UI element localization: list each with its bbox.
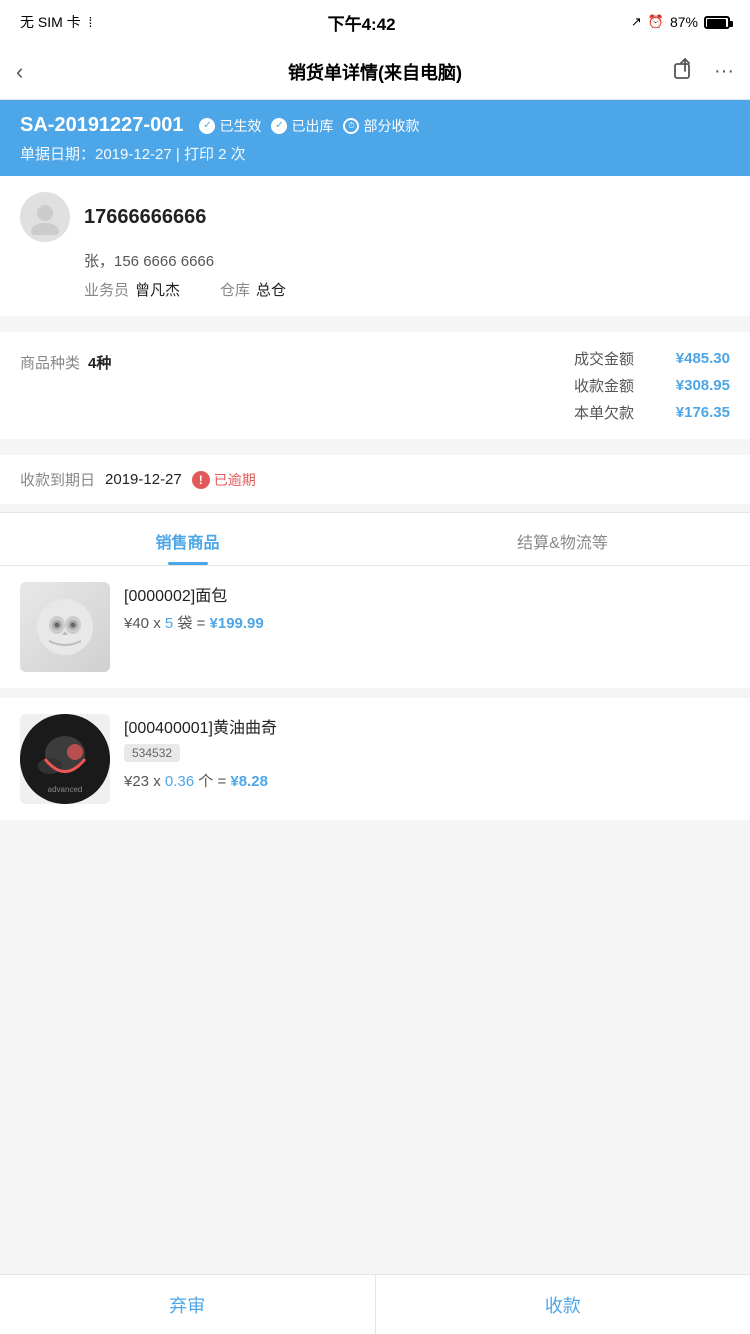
product-image-1 [20,582,110,672]
back-button[interactable]: ‹ [8,51,31,93]
due-label: 收款到期日 [20,469,95,490]
agent-meta: 业务员 曾凡杰 [84,279,180,300]
more-button[interactable]: ··· [714,60,734,83]
order-id-row: SA-20191227-001 ✓ 已生效 ✓ 已出库 ⏱ 部分收款 [20,114,730,137]
avatar [20,192,70,242]
product-placeholder-1 [20,582,110,672]
product-qty-2: 0.36 [165,773,194,790]
product-name-2: [000400001]黄油曲奇 [124,714,730,738]
tabs: 销售商品 结算&物流等 [0,513,750,565]
separator-2 [0,447,750,455]
tab-sales[interactable]: 销售商品 [0,513,375,565]
deal-amount-row: 成交金额 ¥485.30 [574,348,730,369]
customer-card: 17666666666 张，156 6666 6666 业务员 曾凡杰 仓库 总… [0,176,750,316]
product-price-1: ¥40 x 5 袋 = ¥199.99 [124,612,730,633]
order-id: SA-20191227-001 [20,114,183,137]
status-badge-effective: ✓ 已生效 [199,116,261,136]
tab-settlement[interactable]: 结算&物流等 [375,513,750,565]
status-time: 下午4:42 [328,10,396,35]
bottom-spacer [0,822,750,902]
received-value: ¥308.95 [650,377,730,394]
status-badge-partial: ⏱ 部分收款 [343,116,419,136]
separator-1 [0,324,750,332]
share-button[interactable] [674,58,696,86]
product-total-2: ¥8.28 [230,773,268,790]
cancel-review-button[interactable]: 弃审 [0,1275,376,1334]
status-left: 无 SIM 卡 ⁞ [20,12,92,32]
battery-percentage: 87% [670,14,698,30]
product-qty-1: 5 [165,615,173,632]
category-label: 商品种类 [20,352,80,373]
agent-label: 业务员 [84,279,129,300]
received-row: 收款金额 ¥308.95 [574,375,730,396]
location-icon: ↗ [631,14,642,30]
due-card: 收款到期日 2019-12-27 ! 已逾期 [0,455,750,504]
alarm-icon: ⏰ [648,14,664,30]
customer-phone: 张，156 6666 6666 [84,250,730,271]
separator-3 [0,690,750,698]
battery-icon [704,16,730,29]
category-count: 4种 [88,352,111,373]
overdue-icon: ! [192,471,210,489]
product-total-1: ¥199.99 [210,615,264,632]
product-tag-2: 534532 [124,744,180,762]
overdue-badge: ! 已逾期 [192,470,256,490]
status-badges: ✓ 已生效 ✓ 已出库 ⏱ 部分收款 [199,116,419,136]
product-price-2: ¥23 x 0.36 个 = ¥8.28 [124,770,730,791]
owed-value: ¥176.35 [650,404,730,421]
owed-row: 本单欠款 ¥176.35 [574,402,730,423]
overdue-text: 已逾期 [214,470,256,490]
summary-card: 商品种类 4种 成交金额 ¥485.30 收款金额 ¥308.95 本单欠款 ¥… [0,332,750,439]
page-title: 销货单详情(来自电脑) [288,59,462,85]
warehouse-value: 总仓 [256,279,286,300]
bottom-bar: 弃审 收款 [0,1274,750,1334]
check-icon-1: ✓ [199,118,215,134]
clock-icon: ⏱ [343,118,359,134]
tab-underline [168,562,208,565]
nav-bar: ‹ 销货单详情(来自电脑) ··· [0,44,750,100]
customer-meta: 业务员 曾凡杰 仓库 总仓 [84,279,730,300]
customer-row: 17666666666 [20,192,730,242]
deal-amount-label: 成交金额 [574,348,634,369]
status-bar: 无 SIM 卡 ⁞ 下午4:42 ↗ ⏰ 87% [0,0,750,44]
receive-button[interactable]: 收款 [376,1275,750,1334]
deal-amount-value: ¥485.30 [650,350,730,367]
header-date: 单据日期：2019-12-27 | 打印 2 次 [20,143,730,164]
check-icon-2: ✓ [271,118,287,134]
customer-details: 张，156 6666 6666 业务员 曾凡杰 仓库 总仓 [20,250,730,300]
tabs-container: 销售商品 结算&物流等 [0,512,750,566]
product-item-2: advanced [000400001]黄油曲奇 534532 ¥23 x 0.… [0,698,750,820]
summary-right: 成交金额 ¥485.30 收款金额 ¥308.95 本单欠款 ¥176.35 [574,348,730,423]
product-info-2: [000400001]黄油曲奇 534532 ¥23 x 0.36 个 = ¥8… [124,714,730,791]
warehouse-meta: 仓库 总仓 [220,279,286,300]
owed-label: 本单欠款 [574,402,634,423]
product-image-2: advanced [20,714,110,804]
status-right: ↗ ⏰ 87% [631,14,730,30]
nav-actions: ··· [674,58,734,86]
status-badge-shipped: ✓ 已出库 [271,116,333,136]
svg-text:advanced: advanced [48,785,83,794]
product-info-1: [0000002]面包 ¥40 x 5 袋 = ¥199.99 [124,582,730,633]
products-list: [0000002]面包 ¥40 x 5 袋 = ¥199.99 [0,566,750,902]
summary-left: 商品种类 4种 [20,348,111,373]
warehouse-label: 仓库 [220,279,250,300]
customer-id: 17666666666 [84,206,206,229]
agent-value: 曾凡杰 [135,279,180,300]
header-banner: SA-20191227-001 ✓ 已生效 ✓ 已出库 ⏱ 部分收款 单据日期：… [0,100,750,176]
product-name-1: [0000002]面包 [124,582,730,606]
due-date-value: 2019-12-27 [105,471,182,488]
product-item-1: [0000002]面包 ¥40 x 5 袋 = ¥199.99 [0,566,750,688]
received-label: 收款金额 [574,375,634,396]
